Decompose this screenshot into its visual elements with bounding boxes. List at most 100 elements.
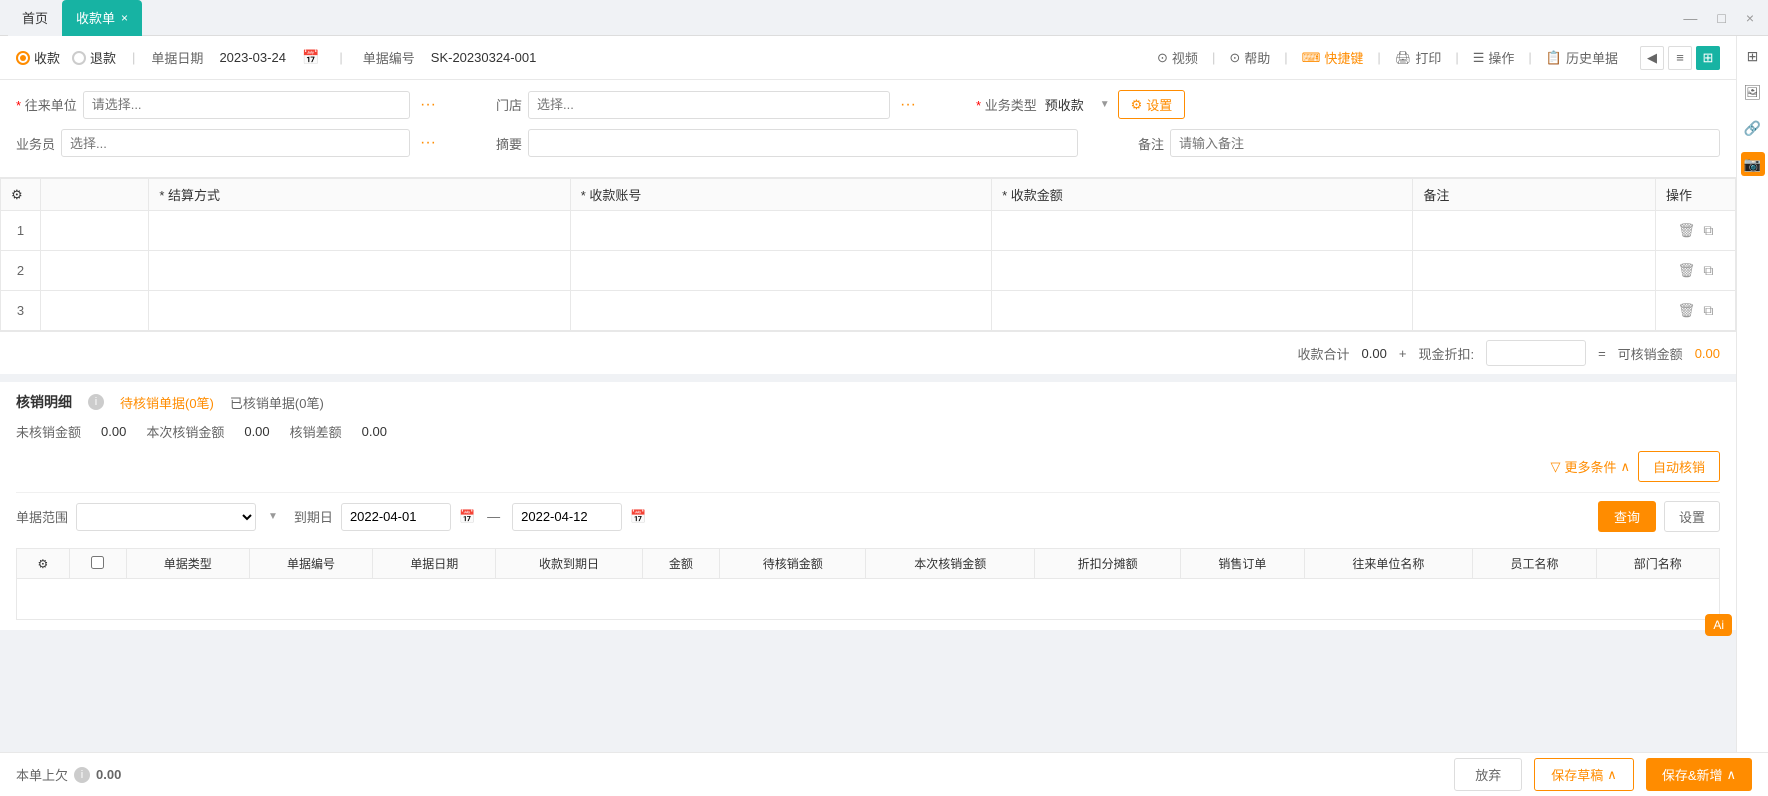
- settings-label: 设置: [1146, 95, 1172, 114]
- business-type-chevron[interactable]: ▼: [1100, 99, 1110, 110]
- sidebar-link-icon[interactable]: 🔗: [1741, 116, 1765, 140]
- help-icon: ⊙: [1229, 50, 1240, 66]
- radio-receipt[interactable]: 收款: [16, 48, 60, 67]
- bt-col-duedate: 收款到期日: [496, 549, 642, 579]
- row3-copy-icon[interactable]: ⧉: [1703, 302, 1713, 319]
- row2-remark[interactable]: [1413, 251, 1656, 291]
- writeoff-toolbar: ▽ 更多条件 ∧ 自动核销: [16, 451, 1720, 482]
- filter-btn[interactable]: ▽ 更多条件 ∧: [1550, 457, 1630, 476]
- current-label: 本次核销金额: [146, 422, 224, 441]
- date-from-input[interactable]: [341, 503, 451, 531]
- close-btn[interactable]: ×: [1740, 10, 1760, 26]
- row3-settlement[interactable]: [149, 291, 570, 331]
- sidebar-image-icon[interactable]: 🖼: [1741, 80, 1765, 104]
- row3-remark[interactable]: [1413, 291, 1656, 331]
- row1-delete-icon[interactable]: 🗑: [1678, 222, 1696, 239]
- row2-delete-icon[interactable]: 🗑: [1678, 262, 1696, 279]
- writeoff-info-icon[interactable]: i: [88, 394, 104, 410]
- tab-receipt[interactable]: 收款单 ×: [62, 0, 142, 36]
- sidebar-table-icon[interactable]: ⊞: [1741, 44, 1765, 68]
- writeoff-done-tab[interactable]: 已核销单据(0笔): [230, 393, 324, 412]
- row1-amount[interactable]: [992, 211, 1413, 251]
- range-select[interactable]: [76, 503, 256, 531]
- row1-copy-icon[interactable]: ⧉: [1703, 222, 1713, 239]
- receipt-table: ⚙ * 结算方式 * 收款账号 * 收款金额 备注: [0, 178, 1736, 331]
- writeoff-pending-tab[interactable]: 待核销单据(0笔): [120, 393, 214, 412]
- filter-icon: ▽: [1550, 459, 1560, 475]
- search-actions: 查询 设置: [1598, 501, 1720, 532]
- staff-more-btn[interactable]: ···: [420, 135, 436, 151]
- help-btn[interactable]: ⊙ 帮助: [1229, 48, 1270, 67]
- separator1: |: [132, 50, 135, 65]
- view-icon-list[interactable]: ≡: [1668, 46, 1692, 70]
- auto-writeoff-btn[interactable]: 自动核销: [1638, 451, 1720, 482]
- operation-btn[interactable]: ☰ 操作: [1473, 48, 1515, 67]
- maximize-btn[interactable]: □: [1711, 10, 1731, 26]
- row1-remark[interactable]: [1413, 211, 1656, 251]
- summary-row: 收款合计 0.00 + 现金折扣: = 可核销金额 0.00: [0, 331, 1736, 374]
- counterpart-more-btn[interactable]: ···: [420, 97, 436, 113]
- tab-home[interactable]: 首页: [8, 0, 62, 36]
- receipt-table-container: ⚙ * 结算方式 * 收款账号 * 收款金额 备注: [0, 178, 1736, 331]
- range-label: 单据范围: [16, 507, 68, 526]
- video-label: 视频: [1172, 48, 1198, 67]
- video-btn[interactable]: ⊙ 视频: [1157, 48, 1198, 67]
- view-icon-grid[interactable]: ⊞: [1696, 46, 1720, 70]
- history-btn[interactable]: 📋 历史单据: [1546, 48, 1618, 67]
- bt-col-pending: 待核销金额: [720, 549, 866, 579]
- print-btn[interactable]: 🖨 打印: [1395, 48, 1442, 67]
- bt-empty-row: [17, 579, 1720, 620]
- sidebar-screenshot-icon[interactable]: 📷: [1741, 152, 1765, 176]
- settings-btn[interactable]: ⚙ 设置: [1118, 90, 1186, 119]
- row2-copy-icon[interactable]: ⧉: [1703, 262, 1713, 279]
- summary-input[interactable]: [528, 129, 1078, 157]
- discard-btn[interactable]: 放弃: [1454, 758, 1522, 791]
- row3-account[interactable]: [570, 291, 991, 331]
- minimize-btn[interactable]: —: [1677, 10, 1703, 26]
- store-input[interactable]: [528, 91, 890, 119]
- row2-amount[interactable]: [992, 251, 1413, 291]
- row3-delete-icon[interactable]: 🗑: [1678, 302, 1696, 319]
- total-label: 收款合计: [1298, 344, 1350, 363]
- row2-account[interactable]: [570, 251, 991, 291]
- row1-account[interactable]: [570, 211, 991, 251]
- main-content: 收款 退款 | 单据日期 2023-03-24 📅 | 单据编号 SK-2023…: [0, 36, 1736, 752]
- row1-settlement[interactable]: [149, 211, 570, 251]
- save-btn[interactable]: 保存&新增 ∧: [1646, 758, 1752, 791]
- range-chevron: ▼: [268, 511, 278, 522]
- due-date-field: 到期日 📅 — 📅: [294, 503, 646, 531]
- row2-settlement[interactable]: [149, 251, 570, 291]
- shortcut-label: 快捷键: [1324, 48, 1363, 67]
- bt-col-settings[interactable]: ⚙: [17, 549, 70, 579]
- row3-amount[interactable]: [992, 291, 1413, 331]
- filter-label: 更多条件: [1564, 457, 1616, 476]
- shortcut-btn[interactable]: ⌨ 快捷键: [1302, 48, 1364, 67]
- store-label: 门店: [496, 95, 522, 114]
- bt-empty-cell: [17, 579, 1720, 620]
- search-settings-btn[interactable]: 设置: [1664, 501, 1720, 532]
- row1-empty: [41, 211, 149, 251]
- date-to-input[interactable]: [512, 503, 622, 531]
- order-label: 本单上欠: [16, 765, 68, 784]
- unverified-label: 未核销金额: [16, 422, 81, 441]
- store-field: 门店 ···: [496, 91, 916, 119]
- counterpart-field: * 往来单位 ···: [16, 91, 436, 119]
- date-from-icon[interactable]: 📅: [459, 509, 475, 525]
- col-settings-header[interactable]: ⚙: [1, 179, 41, 211]
- query-btn[interactable]: 查询: [1598, 501, 1656, 532]
- discount-input[interactable]: [1486, 340, 1586, 366]
- bt-col-check[interactable]: [69, 549, 126, 579]
- remark-input[interactable]: [1170, 129, 1720, 157]
- draft-btn[interactable]: 保存草稿 ∧: [1534, 758, 1634, 791]
- bt-check-all[interactable]: [91, 556, 104, 569]
- footer-info-icon[interactable]: i: [74, 767, 90, 783]
- date-to-icon[interactable]: 📅: [630, 509, 646, 525]
- radio-refund[interactable]: 退款: [72, 48, 116, 67]
- calendar-icon[interactable]: 📅: [302, 49, 319, 66]
- staff-input[interactable]: [61, 129, 410, 157]
- tab-receipt-close[interactable]: ×: [121, 11, 128, 25]
- ai-badge[interactable]: Ai: [1705, 614, 1732, 636]
- counterpart-input[interactable]: [83, 91, 410, 119]
- view-icon-prev[interactable]: ◀: [1640, 46, 1664, 70]
- store-more-btn[interactable]: ···: [900, 97, 916, 113]
